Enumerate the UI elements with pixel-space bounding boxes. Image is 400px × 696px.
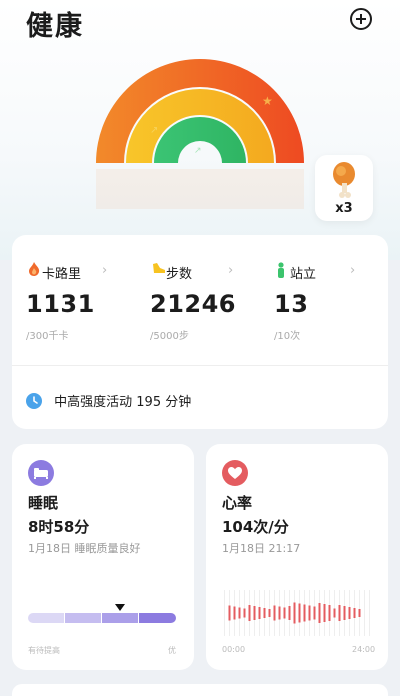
heart-rate-bar xyxy=(273,605,276,621)
chevron-right-icon: › xyxy=(102,263,108,278)
heart-title: 心率 xyxy=(222,494,253,512)
heart-rate-bar xyxy=(283,607,286,619)
stat-calories-value: 1131 xyxy=(26,290,95,318)
heart-rate-bar xyxy=(258,607,261,619)
heart-rate-chart xyxy=(224,590,370,636)
stat-calories-label: 卡路里 xyxy=(42,267,82,282)
chevron-right-icon: › xyxy=(228,263,234,278)
stat-steps-value: 21246 xyxy=(150,290,236,318)
sleep-bar-segment xyxy=(28,613,64,623)
heart-card[interactable]: 心率 104次/分 1月18日 21:17 00:00 24:00 xyxy=(206,444,388,670)
heart-rate-bar xyxy=(268,609,271,617)
heart-rate-bar xyxy=(253,606,256,620)
heart-rate-bar xyxy=(243,608,246,618)
heart-rate-bar xyxy=(333,608,336,618)
heart-rate-bar xyxy=(328,605,331,621)
heart-rate-bar xyxy=(293,602,296,624)
next-card-edge xyxy=(12,684,388,696)
stat-stand-label: 站立 xyxy=(290,267,317,282)
sleep-bar-segment xyxy=(102,613,138,623)
calorie-ring-icon: ★ xyxy=(262,94,273,108)
heart-rate-bar xyxy=(288,606,291,620)
header: 健康 xyxy=(0,0,400,42)
heart-rate-bar xyxy=(278,606,281,620)
chevron-right-icon: › xyxy=(350,263,356,278)
heart-rate-bar xyxy=(313,606,316,620)
clock-icon xyxy=(26,392,42,409)
stand-ring-icon: ↗ xyxy=(194,146,202,156)
heart-rate-bar xyxy=(318,603,321,623)
reward-badge[interactable]: x3 xyxy=(315,155,373,221)
stat-stand[interactable]: 站立 › 13 /10次 xyxy=(260,235,380,365)
heart-rate-bar xyxy=(233,606,236,620)
chart-gridline xyxy=(364,590,365,636)
heart-rate-bar xyxy=(298,603,301,623)
activity-row[interactable]: 中高强度活动 195 分钟 xyxy=(26,391,191,410)
heart-rate-value: 104次/分 xyxy=(222,518,289,536)
divider xyxy=(12,365,388,366)
sleep-bar-segment xyxy=(65,613,101,623)
sleep-quality-marker xyxy=(114,604,125,611)
stat-steps[interactable]: 步数 › 21246 /5000步 xyxy=(136,235,256,365)
stat-steps-label: 步数 xyxy=(166,267,193,282)
stat-stand-value: 13 xyxy=(274,290,309,318)
sleep-title: 睡眠 xyxy=(28,494,59,512)
rings-reflection xyxy=(96,169,304,209)
flame-icon xyxy=(29,262,40,276)
stat-calories[interactable]: 卡路里 › 1131 /300千卡 xyxy=(12,235,132,365)
heart-rate-bar xyxy=(263,608,266,618)
bed-icon xyxy=(28,460,54,486)
sleep-duration: 8时58分 xyxy=(28,518,90,536)
add-icon[interactable] xyxy=(350,8,372,30)
reward-count: x3 xyxy=(335,201,353,216)
chart-gridline xyxy=(224,590,225,636)
person-standing-icon xyxy=(278,262,284,278)
sleep-card[interactable]: 睡眠 8时58分 1月18日 睡眠质量良好 有待提高 优 xyxy=(12,444,194,670)
sleep-axis-left: 有待提高 xyxy=(28,646,60,655)
stats-card: 卡路里 › 1131 /300千卡 步数 › 21246 /5000步 站立 ›… xyxy=(12,235,388,429)
sleep-subtitle: 1月18日 睡眠质量良好 xyxy=(28,542,141,555)
chart-gridline xyxy=(369,590,370,636)
heart-rate-bar xyxy=(358,609,361,617)
heart-rate-bar xyxy=(228,605,231,621)
activity-label: 中高强度活动 195 分钟 xyxy=(54,395,192,410)
heart-axis-left: 00:00 xyxy=(222,645,246,654)
stat-calories-goal: /300千卡 xyxy=(26,331,69,342)
drumstick-icon xyxy=(333,162,355,198)
heart-rate-bar xyxy=(303,604,306,622)
heart-rate-bar xyxy=(353,608,356,618)
heart-icon xyxy=(222,460,248,486)
heart-axis-right: 24:00 xyxy=(352,645,376,654)
heart-rate-bar xyxy=(308,605,311,621)
shoe-icon xyxy=(153,263,165,273)
page-title: 健康 xyxy=(26,11,84,42)
sleep-quality-bar xyxy=(28,604,176,623)
heart-rate-bar xyxy=(238,607,241,619)
sleep-axis-right: 优 xyxy=(168,646,176,655)
heart-rate-bar xyxy=(348,607,351,619)
stat-stand-goal: /10次 xyxy=(274,331,301,342)
heart-rate-bar xyxy=(343,606,346,620)
activity-rings[interactable]: ★ ↗ ↗ xyxy=(90,55,310,215)
stat-steps-goal: /5000步 xyxy=(150,331,189,342)
heart-rate-bar xyxy=(248,605,251,621)
heart-rate-bar xyxy=(323,604,326,622)
sleep-bar-segment xyxy=(139,613,176,623)
heart-subtitle: 1月18日 21:17 xyxy=(222,542,301,555)
step-ring-icon: ↗ xyxy=(150,125,158,136)
heart-rate-bar xyxy=(338,605,341,621)
